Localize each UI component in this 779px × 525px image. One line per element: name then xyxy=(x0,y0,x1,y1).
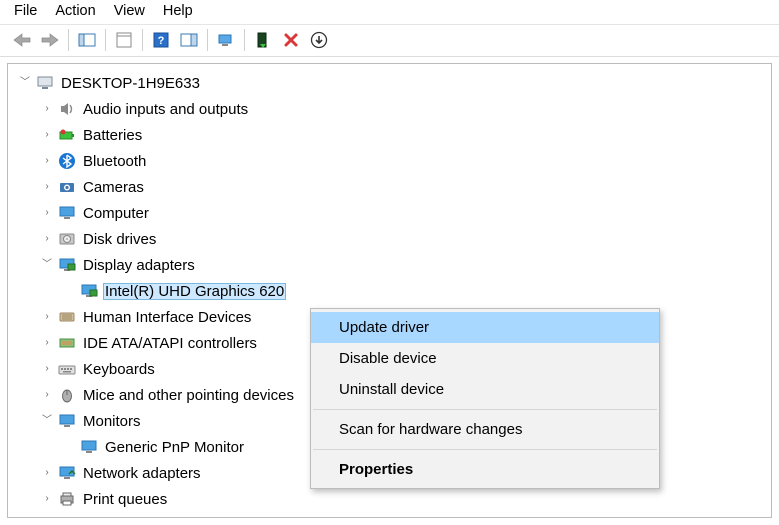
tree-label[interactable]: DESKTOP-1H9E633 xyxy=(59,75,202,92)
menubar: File Action View Help xyxy=(0,0,779,25)
action-list-button[interactable] xyxy=(175,28,203,52)
update-button[interactable] xyxy=(305,28,333,52)
speaker-icon xyxy=(57,99,77,119)
tree-label[interactable]: Cameras xyxy=(81,179,146,196)
tree-label[interactable]: Print queues xyxy=(81,491,169,508)
tree-category-cameras[interactable]: › Cameras xyxy=(18,174,771,200)
back-button[interactable] xyxy=(8,28,36,52)
separator xyxy=(68,29,69,51)
divider xyxy=(313,449,657,450)
tree-label[interactable]: Bluetooth xyxy=(81,153,148,170)
keyboard-icon xyxy=(57,359,77,379)
separator xyxy=(142,29,143,51)
network-icon xyxy=(57,463,77,483)
menu-view[interactable]: View xyxy=(114,3,145,19)
tree-label[interactable]: Batteries xyxy=(81,127,144,144)
hid-icon xyxy=(57,307,77,327)
display-adapter-icon xyxy=(79,281,99,301)
expander-right-icon[interactable]: › xyxy=(40,102,54,116)
tree-category-bluetooth[interactable]: › Bluetooth xyxy=(18,148,771,174)
expander-down-icon[interactable]: ﹀ xyxy=(40,258,54,272)
show-hide-tree-button[interactable] xyxy=(73,28,101,52)
expander-right-icon[interactable]: › xyxy=(40,206,54,220)
printer-icon xyxy=(57,489,77,509)
tree-device-intel-uhd[interactable]: › Intel(R) UHD Graphics 620 xyxy=(18,278,771,304)
tree-label[interactable]: Computer xyxy=(81,205,151,222)
context-update-driver[interactable]: Update driver xyxy=(311,312,659,343)
expander-right-icon[interactable]: › xyxy=(40,232,54,246)
menu-file[interactable]: File xyxy=(14,3,37,19)
tree-category-print[interactable]: › Print queues xyxy=(18,486,771,512)
monitor-icon xyxy=(57,411,77,431)
tree-label[interactable]: IDE ATA/ATAPI controllers xyxy=(81,335,259,352)
tree-label[interactable]: Network adapters xyxy=(81,465,203,482)
help-button[interactable]: ? xyxy=(147,28,175,52)
tree-category-display[interactable]: ﹀ Display adapters xyxy=(18,252,771,278)
enable-button[interactable] xyxy=(249,28,277,52)
expander-right-icon[interactable]: › xyxy=(40,466,54,480)
tree-label[interactable]: Intel(R) UHD Graphics 620 xyxy=(103,283,286,300)
menu-action[interactable]: Action xyxy=(55,3,95,19)
delete-button[interactable] xyxy=(277,28,305,52)
divider xyxy=(313,409,657,410)
expander-right-icon[interactable]: › xyxy=(40,128,54,142)
context-properties[interactable]: Properties xyxy=(311,454,659,485)
expander-right-icon[interactable]: › xyxy=(40,388,54,402)
tree-label[interactable]: Generic PnP Monitor xyxy=(103,439,246,456)
computer-icon xyxy=(35,73,55,93)
tree-label[interactable]: Human Interface Devices xyxy=(81,309,253,326)
tree-root[interactable]: ﹀ DESKTOP-1H9E633 xyxy=(18,70,771,96)
context-uninstall-device[interactable]: Uninstall device xyxy=(311,374,659,405)
expander-right-icon[interactable]: › xyxy=(40,154,54,168)
tree-label[interactable]: Audio inputs and outputs xyxy=(81,101,250,118)
tree-category-computer[interactable]: › Computer xyxy=(18,200,771,226)
mouse-icon xyxy=(57,385,77,405)
context-scan-hardware[interactable]: Scan for hardware changes xyxy=(311,414,659,445)
monitor-icon xyxy=(57,203,77,223)
display-adapter-icon xyxy=(57,255,77,275)
tree-category-disk[interactable]: › Disk drives xyxy=(18,226,771,252)
tree-label[interactable]: Disk drives xyxy=(81,231,158,248)
expander-right-icon[interactable]: › xyxy=(40,336,54,350)
tree-category-batteries[interactable]: › Batteries xyxy=(18,122,771,148)
expander-down-icon[interactable]: ﹀ xyxy=(40,414,54,428)
tree-label[interactable]: Mice and other pointing devices xyxy=(81,387,296,404)
tree-category-audio[interactable]: › Audio inputs and outputs xyxy=(18,96,771,122)
svg-text:?: ? xyxy=(158,35,165,47)
battery-icon xyxy=(57,125,77,145)
bluetooth-icon xyxy=(57,151,77,171)
monitor-icon xyxy=(79,437,99,457)
separator xyxy=(244,29,245,51)
ide-icon xyxy=(57,333,77,353)
separator xyxy=(207,29,208,51)
context-disable-device[interactable]: Disable device xyxy=(311,343,659,374)
tree-label[interactable]: Display adapters xyxy=(81,257,197,274)
camera-icon xyxy=(57,177,77,197)
expander-right-icon[interactable]: › xyxy=(40,492,54,506)
scan-button[interactable] xyxy=(212,28,240,52)
tree-label[interactable]: Monitors xyxy=(81,413,143,430)
forward-button[interactable] xyxy=(36,28,64,52)
expander-right-icon[interactable]: › xyxy=(40,180,54,194)
context-menu: Update driver Disable device Uninstall d… xyxy=(310,308,660,489)
expander-right-icon[interactable]: › xyxy=(40,362,54,376)
expander-right-icon[interactable]: › xyxy=(40,310,54,324)
tree-label[interactable]: Keyboards xyxy=(81,361,157,378)
properties-button[interactable] xyxy=(110,28,138,52)
menu-help[interactable]: Help xyxy=(163,3,193,19)
expander-down-icon[interactable]: ﹀ xyxy=(18,76,32,90)
toolbar: ? xyxy=(0,25,779,57)
separator xyxy=(105,29,106,51)
disk-icon xyxy=(57,229,77,249)
